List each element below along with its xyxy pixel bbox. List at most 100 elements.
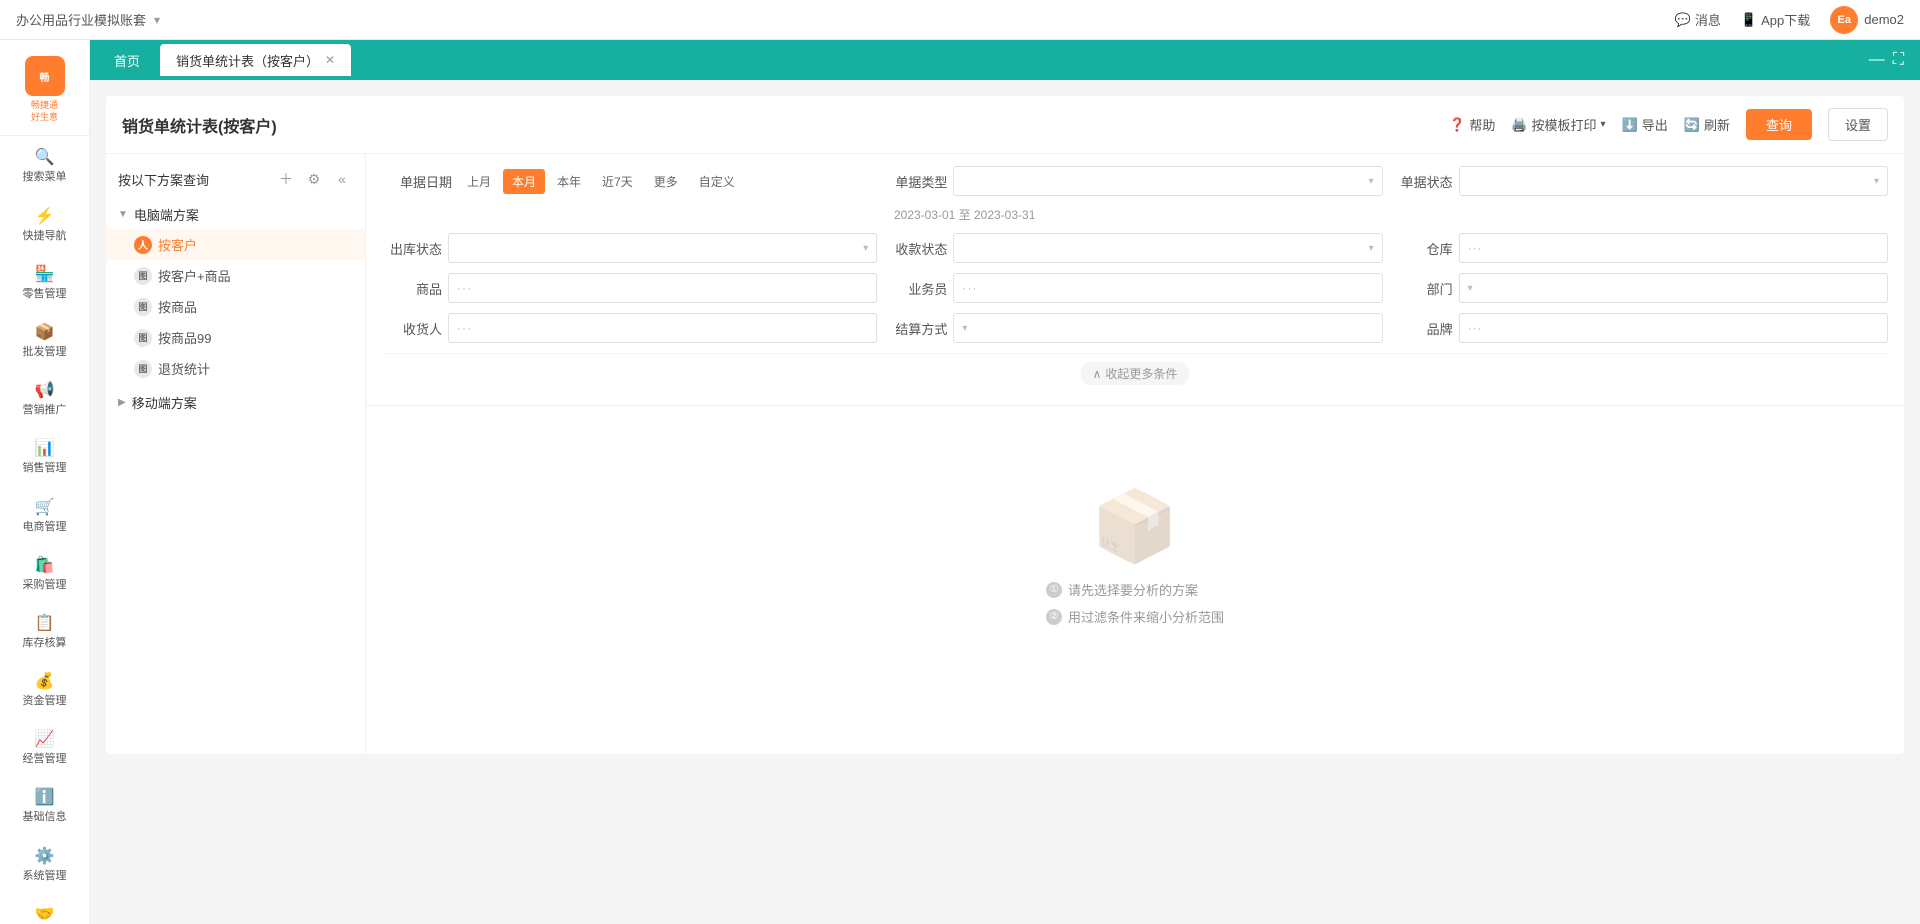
brand-label: 品牌 xyxy=(1393,319,1453,338)
sidebar-item-purchase[interactable]: 🛍️ 采购管理 xyxy=(0,544,89,602)
export-icon: ⬇️ xyxy=(1622,117,1638,133)
search-icon: 🔍 xyxy=(34,146,56,168)
date-options: 上月 本月 本年 近7天 更多 自定义 xyxy=(458,169,877,194)
sidebar-item-search[interactable]: 🔍 搜索菜单 xyxy=(0,136,89,194)
message-action[interactable]: 💬 消息 xyxy=(1675,10,1721,29)
payment-status-label: 收款状态 xyxy=(887,239,947,258)
sidebar-item-inventory[interactable]: 📋 库存核算 xyxy=(0,602,89,660)
goods-input[interactable]: ··· xyxy=(448,273,877,303)
date-btn-this-month[interactable]: 本月 xyxy=(503,169,545,194)
ecommerce-icon: 🛒 xyxy=(34,496,56,518)
right-panel: 单据日期 上月 本月 本年 近7天 更多 自定义 xyxy=(366,154,1904,754)
empty-illustration: 📦 xyxy=(1091,486,1178,568)
salesperson-filter: 业务员 ··· xyxy=(887,273,1382,303)
tab-minimize-icon[interactable]: — xyxy=(1869,51,1885,69)
tab-sales-stat[interactable]: 销货单统计表（按客户） ✕ xyxy=(160,44,351,76)
sidebar-item-marketing[interactable]: 📢 营销推广 xyxy=(0,369,89,427)
scheme-item-icon-return: 图 xyxy=(134,360,152,378)
query-button[interactable]: 查询 xyxy=(1746,109,1812,140)
scheme-edit-button[interactable]: ⚙ xyxy=(303,168,325,190)
warehouse-label: 仓库 xyxy=(1393,239,1453,258)
tab-maximize-icon[interactable]: ⛶ xyxy=(1893,51,1904,69)
scheme-add-button[interactable]: ＋ xyxy=(275,168,297,190)
sidebar-item-wholesale[interactable]: 📦 批发管理 xyxy=(0,311,89,369)
user-info[interactable]: Ea demo2 xyxy=(1830,6,1904,34)
filter-row-1: 单据日期 上月 本月 本年 近7天 更多 自定义 xyxy=(382,166,1888,196)
tab-close-icon[interactable]: ✕ xyxy=(325,53,335,67)
export-button[interactable]: ⬇️ 导出 xyxy=(1622,115,1668,134)
template-print-button[interactable]: 🖨️ 按模板打印 ▾ xyxy=(1511,115,1605,134)
sidebar-item-quicknav[interactable]: ⚡ 快捷导航 xyxy=(0,195,89,253)
page-actions: ❓ 帮助 🖨️ 按模板打印 ▾ ⬇️ 导出 xyxy=(1449,108,1888,141)
sidebar: 畅 畅捷通好生意 🔍 搜索菜单 ⚡ 快捷导航 🏪 零售管理 📦 批发管理 � xyxy=(0,40,90,924)
scheme-item-icon-goods: 图 xyxy=(134,298,152,316)
scheme-item-by-customer[interactable]: 人 按客户 xyxy=(106,229,365,260)
settlement-label: 结算方式 xyxy=(887,319,947,338)
scheme-item-icon-goods99: 图 xyxy=(134,329,152,347)
doc-status-input[interactable]: ▾ xyxy=(1459,166,1888,196)
date-btn-7days[interactable]: 近7天 xyxy=(593,169,642,194)
filter-row-4: 收货人 ··· 结算方式 ▾ xyxy=(382,313,1888,343)
collapse-bar[interactable]: ∧ 收起更多条件 xyxy=(382,353,1888,393)
warehouse-filter: 仓库 ··· xyxy=(1393,233,1888,263)
salesperson-input[interactable]: ··· xyxy=(953,273,1382,303)
sidebar-item-collab[interactable]: 🤝 企业协同 xyxy=(0,893,89,924)
sidebar-item-sales[interactable]: 📊 销售管理 xyxy=(0,427,89,485)
scheme-group-mobile: ▶ 移动端方案 xyxy=(106,388,365,417)
scheme-collapse-button[interactable]: « xyxy=(331,168,353,190)
sidebar-item-system[interactable]: ⚙️ 系统管理 xyxy=(0,835,89,893)
app-title-dropdown-icon[interactable]: ▾ xyxy=(154,13,160,27)
doc-type-label: 单据类型 xyxy=(887,172,947,191)
sidebar-item-finance[interactable]: 💰 资金管理 xyxy=(0,660,89,718)
receiver-input[interactable]: ··· xyxy=(448,313,877,343)
out-status-dropdown-icon: ▾ xyxy=(863,243,868,254)
page-card: 销货单统计表(按客户) ❓ 帮助 🖨️ 按模板打印 ▾ xyxy=(106,96,1904,754)
help-button[interactable]: ❓ 帮助 xyxy=(1449,115,1495,134)
brand-input[interactable]: ··· xyxy=(1459,313,1888,343)
payment-status-input[interactable]: ▾ xyxy=(953,233,1382,263)
department-input[interactable]: ▾ xyxy=(1459,273,1888,303)
sidebar-item-retail[interactable]: 🏪 零售管理 xyxy=(0,253,89,311)
scheme-item-by-goods99[interactable]: 图 按商品99 xyxy=(106,322,365,353)
scheme-item-by-customer-goods[interactable]: 图 按客户+商品 xyxy=(106,260,365,291)
out-status-input[interactable]: ▾ xyxy=(448,233,877,263)
payment-status-dropdown-icon: ▾ xyxy=(1369,243,1374,254)
sidebar-item-basicinfo[interactable]: ℹ️ 基础信息 xyxy=(0,776,89,834)
collapse-button[interactable]: ∧ 收起更多条件 xyxy=(1081,362,1190,385)
header-right: 💬 消息 📱 App下载 Ea demo2 xyxy=(1675,6,1904,34)
sidebar-item-ecommerce[interactable]: 🛒 电商管理 xyxy=(0,486,89,544)
tab-home[interactable]: 首页 xyxy=(98,44,156,76)
department-dropdown-icon: ▾ xyxy=(1468,283,1473,294)
empty-state: 📦 ① 请先选择要分析的方案 ② 用过滤条件来缩小分析范围 xyxy=(366,406,1904,706)
date-range-text: 2023-03-01 至 2023-03-31 xyxy=(894,206,1035,223)
refresh-button[interactable]: 🔄 刷新 xyxy=(1684,115,1730,134)
finance-icon: 💰 xyxy=(34,670,56,692)
scheme-item-icon-customer: 人 xyxy=(134,236,152,254)
system-icon: ⚙️ xyxy=(34,845,56,867)
tab-sales-stat-label: 销货单统计表（按客户） xyxy=(176,51,319,70)
avatar-initials: Ea xyxy=(1838,14,1851,26)
marketing-icon: 📢 xyxy=(34,379,56,401)
date-btn-last-month[interactable]: 上月 xyxy=(458,169,500,194)
date-btn-custom[interactable]: 自定义 xyxy=(690,169,744,194)
out-status-label: 出库状态 xyxy=(382,239,442,258)
app-download-action[interactable]: 📱 App下载 xyxy=(1741,10,1810,29)
doc-type-input[interactable]: ▾ xyxy=(953,166,1382,196)
date-btn-more[interactable]: 更多 xyxy=(645,169,687,194)
sidebar-item-operations[interactable]: 📈 经营管理 xyxy=(0,718,89,776)
scheme-item-by-goods[interactable]: 图 按商品 xyxy=(106,291,365,322)
main-body: 按以下方案查询 ＋ ⚙ « ▼ xyxy=(106,154,1904,754)
scheme-group-desktop-header[interactable]: ▼ 电脑端方案 xyxy=(106,200,365,229)
logo-icon: 畅 xyxy=(25,56,65,96)
settlement-input[interactable]: ▾ xyxy=(953,313,1382,343)
print-icon: 🖨️ xyxy=(1511,117,1527,133)
scheme-group-mobile-label: 移动端方案 xyxy=(132,393,197,412)
sidebar-logo: 畅 畅捷通好生意 xyxy=(0,48,89,136)
collapse-icon: ∧ xyxy=(1093,367,1102,381)
page-title: 销货单统计表(按客户) xyxy=(122,113,277,137)
warehouse-input[interactable]: ··· xyxy=(1459,233,1888,263)
scheme-item-return-stat[interactable]: 图 退货统计 xyxy=(106,353,365,384)
date-btn-this-year[interactable]: 本年 xyxy=(548,169,590,194)
scheme-group-mobile-header[interactable]: ▶ 移动端方案 xyxy=(106,388,365,417)
settings-button[interactable]: 设置 xyxy=(1828,108,1888,141)
